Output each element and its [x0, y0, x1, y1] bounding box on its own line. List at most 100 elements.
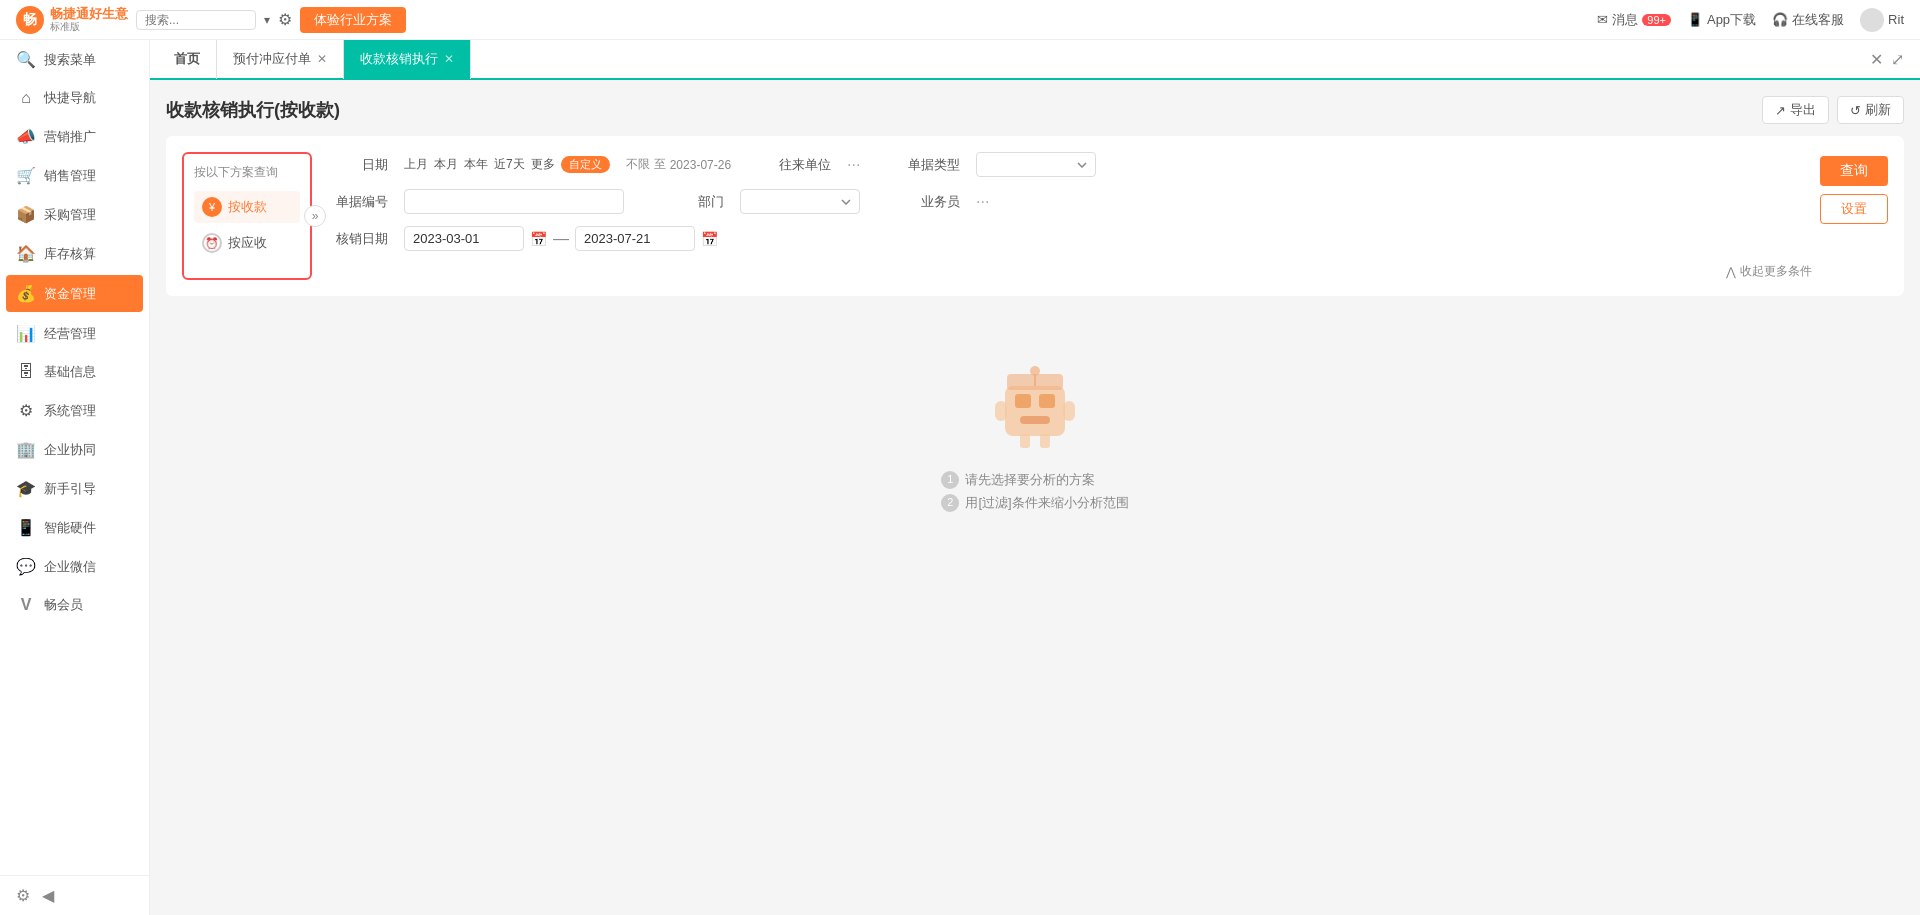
sidebar-item-guide[interactable]: 🎓 新手引导	[0, 469, 149, 508]
filter-sidebar: 按以下方案查询 ¥ 按收款 ⏰ 按应收 »	[182, 152, 312, 280]
filter-option-by-receivable[interactable]: ⏰ 按应收	[194, 227, 300, 259]
export-icon: ↗	[1775, 103, 1786, 118]
sidebar-item-sales[interactable]: 🛒 销售管理	[0, 156, 149, 195]
sidebar-item-basic[interactable]: 🗄 基础信息	[0, 353, 149, 391]
date-custom[interactable]: 自定义	[561, 156, 610, 173]
sidebar-label-hardware: 智能硬件	[44, 519, 96, 537]
home-icon: ⌂	[16, 89, 36, 107]
sidebar-bottom: ⚙ ◀	[0, 875, 149, 915]
refresh-icon: ↺	[1850, 103, 1861, 118]
collapse-label: 收起更多条件	[1740, 263, 1812, 280]
industry-btn[interactable]: 体验行业方案	[300, 7, 406, 33]
sidebar-item-inventory[interactable]: 🏠 库存核算	[0, 234, 149, 273]
date-last-month[interactable]: 上月	[404, 156, 428, 173]
svg-rect-2	[1039, 394, 1055, 408]
staff-input[interactable]: ···	[976, 193, 989, 211]
sidebar-settings-icon[interactable]: ⚙	[16, 886, 30, 905]
filter-option-by-receipt[interactable]: ¥ 按收款	[194, 191, 300, 223]
sidebar-item-marketing[interactable]: 📣 营销推广	[0, 117, 149, 156]
main-layout: 🔍 搜索菜单 ⌂ 快捷导航 📣 营销推广 🛒 销售管理 📦 采购管理 🏠 库存核…	[0, 40, 1920, 915]
sidebar-label-purchase: 采购管理	[44, 206, 96, 224]
online-service-btn[interactable]: 🎧 在线客服	[1772, 11, 1844, 29]
sidebar-item-hardware[interactable]: 📱 智能硬件	[0, 508, 149, 547]
sidebar-item-finance[interactable]: 💰 资金管理	[6, 275, 143, 312]
tab-receivable-close[interactable]: ✕	[444, 52, 454, 66]
verify-end-calendar-icon[interactable]: 📅	[701, 231, 718, 247]
expand-icon[interactable]: ⤢	[1891, 50, 1904, 69]
filter-form-area: 日期 上月 本月 本年 近7天 更多 自定义	[328, 152, 1888, 280]
dept-select[interactable]	[740, 189, 860, 214]
sidebar-item-purchase[interactable]: 📦 采购管理	[0, 195, 149, 234]
page-actions: ↗ 导出 ↺ 刷新	[1762, 96, 1904, 124]
sidebar-collapse-icon[interactable]: ◀	[42, 886, 54, 905]
svg-point-10	[1030, 366, 1040, 376]
empty-state: 1 请先选择要分析的方案 2 用[过滤]条件来缩小分析范围	[166, 296, 1904, 555]
filter-actions: 查询 设置	[1820, 152, 1888, 224]
doc-no-input[interactable]	[404, 189, 624, 214]
doc-type-select[interactable]	[976, 152, 1096, 177]
topbar-settings-icon[interactable]: ⚙	[278, 10, 292, 29]
sidebar-item-search[interactable]: 🔍 搜索菜单	[0, 40, 149, 79]
empty-illustration	[985, 356, 1085, 456]
filter-panel: 按以下方案查询 ¥ 按收款 ⏰ 按应收 »	[166, 136, 1904, 296]
logo-icon: 畅	[16, 6, 44, 34]
empty-tips: 1 请先选择要分析的方案 2 用[过滤]条件来缩小分析范围	[941, 468, 1128, 515]
collapse-icon: ⋀	[1726, 265, 1736, 279]
refresh-btn[interactable]: ↺ 刷新	[1837, 96, 1904, 124]
topbar-search[interactable]	[136, 10, 256, 30]
sidebar-label-operation: 经营管理	[44, 325, 96, 343]
tab-prepay-close[interactable]: ✕	[317, 52, 327, 66]
sidebar-item-collab[interactable]: 🏢 企业协同	[0, 430, 149, 469]
empty-tip-2-text: 用[过滤]条件来缩小分析范围	[965, 491, 1128, 514]
empty-tip-1: 1 请先选择要分析的方案	[941, 468, 1128, 491]
brand-sub: 标准版	[50, 21, 128, 33]
date-this-month[interactable]: 本月	[434, 156, 458, 173]
setting-btn[interactable]: 设置	[1820, 194, 1888, 224]
verify-start-calendar-icon[interactable]: 📅	[530, 231, 547, 247]
query-btn[interactable]: 查询	[1820, 156, 1888, 186]
message-icon: ✉	[1597, 12, 1608, 27]
date-label: 日期	[328, 156, 388, 174]
message-btn[interactable]: ✉ 消息 99+	[1597, 11, 1671, 29]
sidebar-item-quicknav[interactable]: ⌂ 快捷导航	[0, 79, 149, 117]
hardware-icon: 📱	[16, 518, 36, 537]
wechat-icon: 💬	[16, 557, 36, 576]
date-this-year[interactable]: 本年	[464, 156, 488, 173]
sidebar-item-operation[interactable]: 📊 经营管理	[0, 314, 149, 353]
sidebar-item-member[interactable]: V 畅会员	[0, 586, 149, 624]
tab-home[interactable]: 首页	[158, 40, 217, 79]
empty-tip-2: 2 用[过滤]条件来缩小分析范围	[941, 491, 1128, 514]
inventory-icon: 🏠	[16, 244, 36, 263]
topbar-dropdown-icon[interactable]: ▾	[264, 13, 270, 27]
purchase-icon: 📦	[16, 205, 36, 224]
filter-row-1: 日期 上月 本月 本年 近7天 更多 自定义	[328, 152, 1812, 177]
tab-home-label: 首页	[174, 50, 200, 68]
date-more[interactable]: 更多	[531, 156, 555, 173]
doc-type-label: 单据类型	[900, 156, 960, 174]
collapse-sidebar-btn[interactable]: »	[304, 205, 326, 227]
tab-receivable[interactable]: 收款核销执行 ✕	[344, 40, 471, 79]
content-area: 首页 预付冲应付单 ✕ 收款核销执行 ✕ ✕ ⤢ 收款核销执行(按收款)	[150, 40, 1920, 915]
app-download-btn[interactable]: 📱 App下载	[1687, 11, 1756, 29]
export-label: 导出	[1790, 101, 1816, 119]
tab-prepay[interactable]: 预付冲应付单 ✕	[217, 40, 344, 79]
export-btn[interactable]: ↗ 导出	[1762, 96, 1829, 124]
svg-rect-7	[1040, 434, 1050, 448]
verify-date-group: 📅 — 📅	[404, 226, 718, 251]
svg-rect-5	[1063, 401, 1075, 421]
verify-date-end[interactable]	[575, 226, 695, 251]
verify-date-start[interactable]	[404, 226, 524, 251]
user-info[interactable]: Rit	[1860, 8, 1904, 32]
date-last-7days[interactable]: 近7天	[494, 156, 525, 173]
sidebar-item-wechat[interactable]: 💬 企业微信	[0, 547, 149, 586]
collapse-more-btn[interactable]: ⋀ 收起更多条件	[328, 263, 1812, 280]
sidebar-item-system[interactable]: ⚙ 系统管理	[0, 391, 149, 430]
tab-prepay-label: 预付冲应付单	[233, 50, 311, 68]
svg-rect-4	[995, 401, 1007, 421]
date-shortcuts: 上月 本月 本年 近7天 更多 自定义	[404, 156, 610, 173]
filter-option-receivable-label: 按应收	[228, 234, 267, 252]
close-tab-icon[interactable]: ✕	[1870, 50, 1883, 69]
counterpart-input[interactable]: ···	[847, 156, 860, 174]
date-range-end: 2023-07-26	[670, 158, 731, 172]
doc-no-label: 单据编号	[328, 193, 388, 211]
